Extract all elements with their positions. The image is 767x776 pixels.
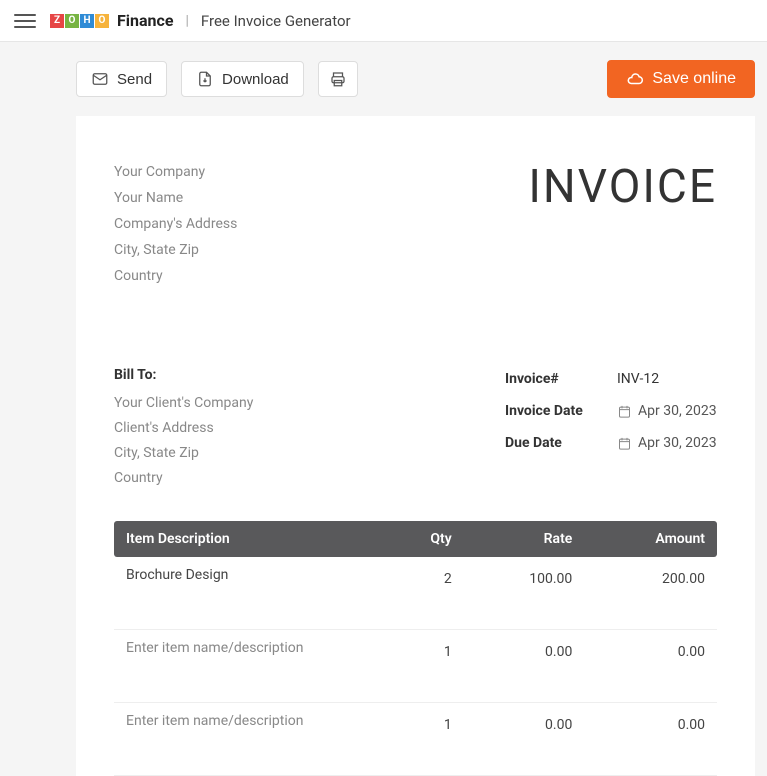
bill-to-block: Bill To: xyxy=(114,363,505,491)
bill-to-label: Bill To: xyxy=(114,363,505,388)
print-icon xyxy=(329,70,347,88)
table-row: 200.00 xyxy=(114,557,717,630)
send-label: Send xyxy=(117,71,152,88)
calendar-icon xyxy=(617,404,632,419)
action-bar: Send Download Save online xyxy=(0,42,767,116)
topbar: ZOHO Finance | Free Invoice Generator xyxy=(0,0,767,42)
item-amount: 0.00 xyxy=(584,703,717,776)
item-qty-input[interactable] xyxy=(392,644,452,660)
seller-country-input[interactable] xyxy=(114,268,314,284)
item-qty-input[interactable] xyxy=(392,571,452,587)
print-button[interactable] xyxy=(318,61,358,97)
seller-city-input[interactable] xyxy=(114,242,314,258)
invoice-paper: INVOICE Bill To: Invoice# Invoice Date A… xyxy=(76,116,755,776)
invoice-date-label: Invoice Date xyxy=(505,403,617,419)
download-button[interactable]: Download xyxy=(181,61,304,97)
brand-logo[interactable]: ZOHO Finance | Free Invoice Generator xyxy=(50,11,351,30)
col-description: Item Description xyxy=(114,521,379,557)
seller-block xyxy=(114,160,314,289)
item-desc-input[interactable] xyxy=(126,640,367,688)
client-city-input[interactable] xyxy=(114,445,314,461)
client-address-input[interactable] xyxy=(114,420,314,436)
col-qty: Qty xyxy=(379,521,463,557)
seller-address-input[interactable] xyxy=(114,216,314,232)
col-amount: Amount xyxy=(584,521,717,557)
invoice-number-input[interactable] xyxy=(617,371,717,387)
item-desc-input[interactable] xyxy=(126,713,367,761)
seller-name-input[interactable] xyxy=(114,190,314,206)
brand-separator: | xyxy=(186,13,189,29)
brand-name: Finance xyxy=(117,11,174,30)
item-amount: 0.00 xyxy=(584,630,717,703)
item-qty-input[interactable] xyxy=(392,717,452,733)
col-rate: Rate xyxy=(464,521,585,557)
invoice-number-label: Invoice# xyxy=(505,371,617,387)
item-desc-input[interactable] xyxy=(126,567,367,615)
mail-icon xyxy=(91,70,109,88)
item-rate-input[interactable] xyxy=(512,717,572,733)
invoice-title: INVOICE xyxy=(528,160,717,289)
client-country-input[interactable] xyxy=(114,470,314,486)
item-amount: 200.00 xyxy=(584,557,717,630)
calendar-icon xyxy=(617,436,632,451)
brand-subtitle: Free Invoice Generator xyxy=(201,12,351,30)
download-label: Download xyxy=(222,71,289,88)
table-row: 0.00 xyxy=(114,703,717,776)
invoice-meta: Invoice# Invoice Date Apr 30, 2023 Due D… xyxy=(505,363,717,491)
menu-icon[interactable] xyxy=(14,10,36,32)
save-online-label: Save online xyxy=(652,70,736,88)
item-rate-input[interactable] xyxy=(512,571,572,587)
due-date-value[interactable]: Apr 30, 2023 xyxy=(638,435,717,451)
due-date-label: Due Date xyxy=(505,435,617,451)
client-company-input[interactable] xyxy=(114,395,314,411)
cloud-icon xyxy=(626,70,644,88)
send-button[interactable]: Send xyxy=(76,61,167,97)
item-rate-input[interactable] xyxy=(512,644,572,660)
items-table: Item Description Qty Rate Amount 200.00 … xyxy=(114,521,717,776)
table-row: 0.00 xyxy=(114,630,717,703)
zoho-logo-icon: ZOHO xyxy=(50,14,109,28)
seller-company-input[interactable] xyxy=(114,164,314,180)
document-download-icon xyxy=(196,70,214,88)
invoice-date-value[interactable]: Apr 30, 2023 xyxy=(638,403,717,419)
save-online-button[interactable]: Save online xyxy=(607,60,755,98)
